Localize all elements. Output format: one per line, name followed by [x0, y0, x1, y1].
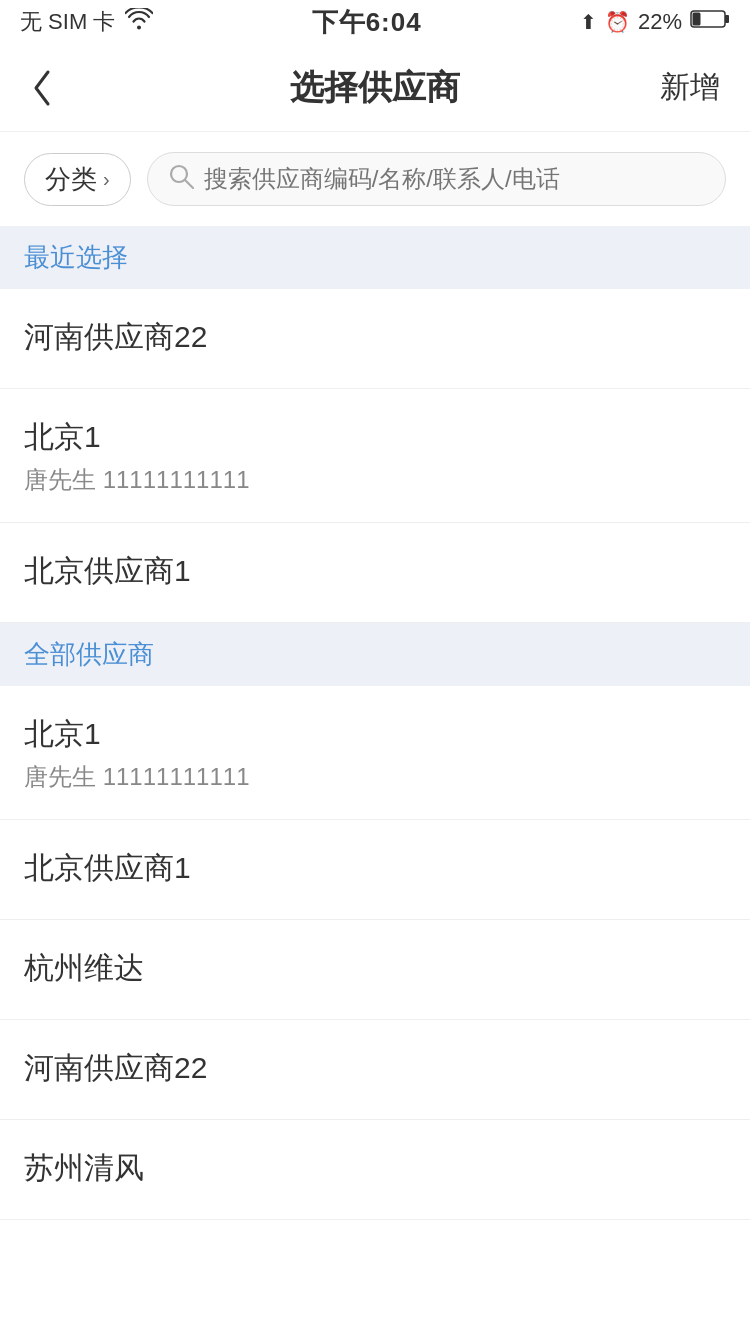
list-item[interactable]: 北京1 唐先生 11111111111: [0, 686, 750, 820]
search-icon: [168, 163, 194, 195]
list-item[interactable]: 苏州清风: [0, 1120, 750, 1220]
battery-text: 22%: [638, 9, 682, 35]
battery-icon: [690, 9, 730, 35]
filter-row: 分类 ›: [0, 132, 750, 226]
back-button[interactable]: [30, 68, 90, 108]
add-button[interactable]: 新增: [660, 67, 720, 108]
item-name: 北京1: [24, 417, 726, 458]
list-item[interactable]: 河南供应商22: [0, 1020, 750, 1120]
list-item[interactable]: 杭州维达: [0, 920, 750, 1020]
location-icon: ⬆: [580, 10, 597, 34]
svg-rect-2: [693, 13, 701, 26]
status-bar: 无 SIM 卡 下午6:04 ⬆ ⏰ 22%: [0, 0, 750, 44]
status-left: 无 SIM 卡: [20, 7, 153, 37]
item-name: 苏州清风: [24, 1148, 726, 1189]
category-label: 分类: [45, 162, 97, 197]
item-sub: 唐先生 11111111111: [24, 464, 726, 496]
svg-rect-1: [725, 15, 729, 23]
list-item[interactable]: 北京1 唐先生 11111111111: [0, 389, 750, 523]
carrier-text: 无 SIM 卡: [20, 7, 115, 37]
svg-line-4: [185, 180, 193, 188]
item-name: 北京供应商1: [24, 848, 726, 889]
list-item[interactable]: 北京供应商1: [0, 820, 750, 920]
item-name: 北京供应商1: [24, 551, 726, 592]
list-item[interactable]: 河南供应商22: [0, 289, 750, 389]
recent-items-list: 河南供应商22 北京1 唐先生 11111111111 北京供应商1: [0, 289, 750, 623]
item-name: 杭州维达: [24, 948, 726, 989]
list-item[interactable]: 北京供应商1: [0, 523, 750, 623]
item-name: 北京1: [24, 714, 726, 755]
all-section-label: 全部供应商: [24, 639, 154, 669]
category-filter-button[interactable]: 分类 ›: [24, 153, 131, 206]
all-section-header: 全部供应商: [0, 623, 750, 686]
search-box[interactable]: [147, 152, 726, 206]
status-time: 下午6:04: [312, 5, 422, 40]
page-title: 选择供应商: [290, 65, 460, 111]
item-name: 河南供应商22: [24, 317, 726, 358]
nav-bar: 选择供应商 新增: [0, 44, 750, 132]
item-sub: 唐先生 11111111111: [24, 761, 726, 793]
status-right: ⬆ ⏰ 22%: [580, 9, 730, 35]
item-name: 河南供应商22: [24, 1048, 726, 1089]
search-input[interactable]: [204, 165, 705, 193]
recent-section-header: 最近选择: [0, 226, 750, 289]
recent-section-label: 最近选择: [24, 242, 128, 272]
wifi-icon: [125, 8, 153, 36]
all-items-list: 北京1 唐先生 11111111111 北京供应商1 杭州维达河南供应商22 苏州清风: [0, 686, 750, 1220]
alarm-icon: ⏰: [605, 10, 630, 34]
chevron-right-icon: ›: [103, 168, 110, 191]
